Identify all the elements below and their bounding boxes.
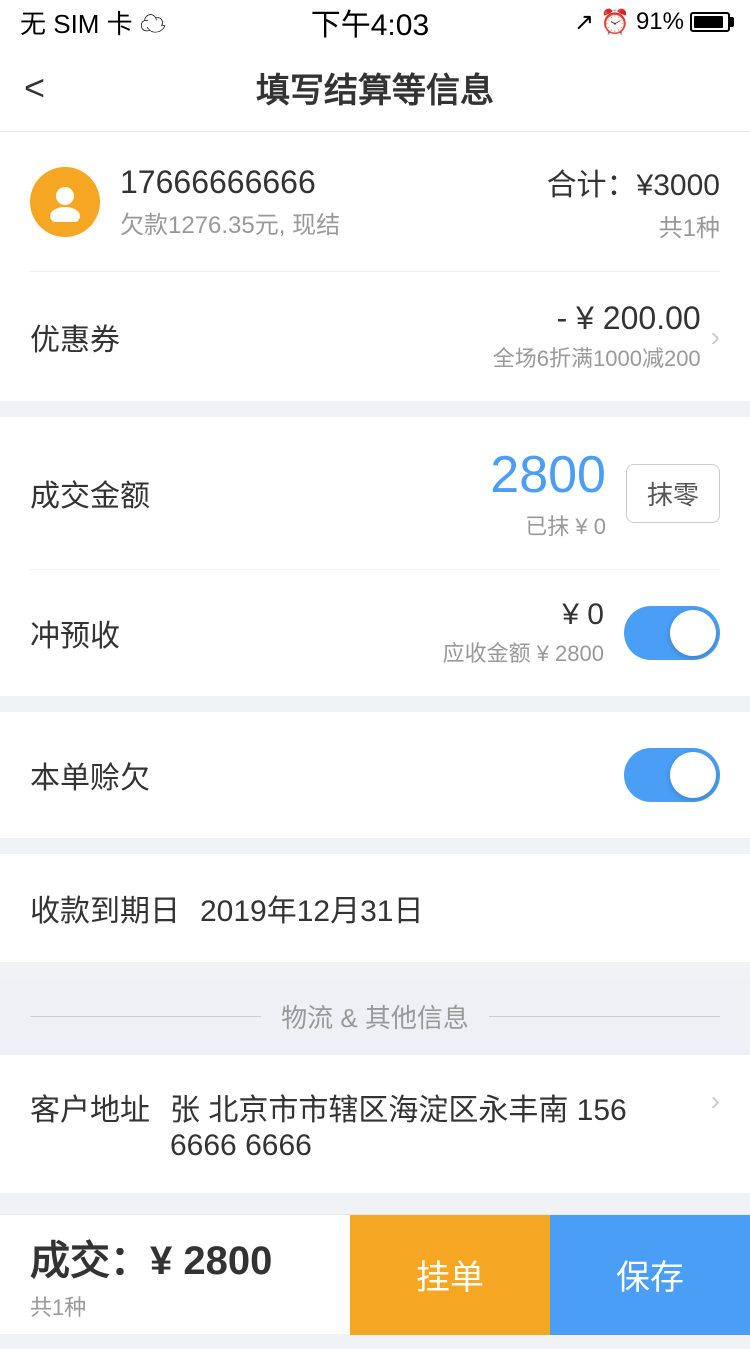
duedate-value: 2019年12月31日 bbox=[200, 886, 423, 930]
duedate-section: 收款到期日 2019年12月31日 bbox=[0, 854, 750, 962]
nav-bar: < 填写结算等信息 bbox=[0, 44, 750, 132]
bottom-count: 共1种 bbox=[30, 1290, 320, 1322]
deal-amount-label: 成交金额 bbox=[30, 471, 150, 515]
toggle-knob bbox=[670, 610, 716, 656]
battery-percent: 91% bbox=[636, 8, 684, 36]
avatar-icon bbox=[45, 182, 85, 222]
divider-line-left bbox=[30, 1016, 261, 1017]
prepay-label: 冲预收 bbox=[30, 611, 120, 655]
coupon-row[interactable]: 优惠券 - ¥ 200.00 全场6折满1000减200 › bbox=[30, 271, 720, 401]
total-amount: 合计：¥3000 bbox=[547, 160, 720, 204]
divider-line-right bbox=[489, 1016, 720, 1017]
deal-section: 成交金额 2800 已抹 ¥ 0 抹零 冲预收 ¥ 0 应收金额 ¥ 2800 bbox=[0, 417, 750, 696]
coupon-value: - ¥ 200.00 bbox=[493, 300, 701, 337]
total-count: 共1种 bbox=[547, 208, 720, 243]
status-right: ↗ ⏰ 91% bbox=[574, 8, 730, 37]
address-section: 客户地址 张 北京市市辖区海淀区永丰南 156 6666 6666 › bbox=[0, 1055, 750, 1193]
coupon-chevron-icon: › bbox=[711, 321, 720, 353]
battery-icon bbox=[690, 12, 730, 32]
prepay-row: 冲预收 ¥ 0 应收金额 ¥ 2800 bbox=[30, 569, 720, 696]
content-area: 17666666666 欠款1276.35元, 现结 合计：¥3000 共1种 … bbox=[0, 132, 750, 1349]
customer-left: 17666666666 欠款1276.35元, 现结 bbox=[30, 164, 340, 240]
duedate-row: 收款到期日 2019年12月31日 bbox=[30, 854, 720, 962]
customer-section: 17666666666 欠款1276.35元, 现结 合计：¥3000 共1种 … bbox=[0, 132, 750, 401]
prepay-right: ¥ 0 应收金额 ¥ 2800 bbox=[443, 598, 720, 668]
avatar bbox=[30, 167, 100, 237]
deal-row: 成交金额 2800 已抹 ¥ 0 抹零 bbox=[30, 417, 720, 569]
deal-amount-sub: 已抹 ¥ 0 bbox=[490, 509, 606, 541]
coupon-value-wrap: - ¥ 200.00 全场6折满1000减200 bbox=[493, 300, 701, 373]
hold-button[interactable]: 挂单 bbox=[350, 1215, 550, 1335]
bottom-bar: 成交：¥ 2800 共1种 挂单 保存 bbox=[0, 1214, 750, 1334]
arrears-section: 本单赊欠 bbox=[0, 712, 750, 838]
prepay-toggle[interactable] bbox=[624, 606, 720, 660]
coupon-desc: 全场6折满1000减200 bbox=[493, 341, 701, 373]
arrears-label: 本单赊欠 bbox=[30, 753, 150, 797]
divider-section: 物流 & 其他信息 bbox=[0, 978, 750, 1055]
customer-phone: 17666666666 bbox=[120, 164, 340, 201]
bottom-deal-text: 成交： bbox=[30, 1239, 150, 1283]
deal-amount-value: 2800 bbox=[490, 445, 606, 505]
arrears-row: 本单赊欠 bbox=[30, 712, 720, 838]
status-time: 下午4:03 bbox=[311, 0, 429, 44]
prepay-amount: ¥ 0 bbox=[443, 598, 604, 632]
duedate-label: 收款到期日 bbox=[30, 886, 180, 930]
address-row[interactable]: 客户地址 张 北京市市辖区海淀区永丰南 156 6666 6666 › bbox=[30, 1055, 720, 1193]
bottom-summary: 成交：¥ 2800 共1种 bbox=[0, 1228, 350, 1322]
back-button[interactable]: < bbox=[24, 67, 45, 109]
address-value: 张 北京市市辖区海淀区永丰南 156 6666 6666 bbox=[170, 1085, 691, 1163]
alarm-icon: ⏰ bbox=[600, 8, 630, 37]
arrears-toggle[interactable] bbox=[624, 748, 720, 802]
prepay-info: ¥ 0 应收金额 ¥ 2800 bbox=[443, 598, 604, 668]
bottom-deal-amount: ¥ 2800 bbox=[150, 1239, 272, 1283]
prepay-sub: 应收金额 ¥ 2800 bbox=[443, 636, 604, 668]
deal-right: 2800 已抹 ¥ 0 抹零 bbox=[490, 445, 720, 541]
arrears-toggle-knob bbox=[670, 752, 716, 798]
round-off-button[interactable]: 抹零 bbox=[626, 464, 720, 523]
sim-status: 无 SIM 卡 ☁ bbox=[20, 4, 166, 41]
address-label: 客户地址 bbox=[30, 1085, 150, 1129]
customer-info: 17666666666 欠款1276.35元, 现结 bbox=[120, 164, 340, 240]
customer-sub: 欠款1276.35元, 现结 bbox=[120, 205, 340, 240]
bottom-deal-label: 成交：¥ 2800 bbox=[30, 1228, 320, 1286]
coupon-label: 优惠券 bbox=[30, 315, 120, 359]
customer-right: 合计：¥3000 共1种 bbox=[547, 160, 720, 243]
location-icon: ↗ bbox=[574, 8, 594, 37]
status-bar: 无 SIM 卡 ☁ 下午4:03 ↗ ⏰ 91% bbox=[0, 0, 750, 44]
address-chevron-icon: › bbox=[711, 1085, 720, 1117]
page-title: 填写结算等信息 bbox=[256, 63, 494, 112]
status-left: 无 SIM 卡 ☁ bbox=[20, 4, 166, 41]
divider-text: 物流 & 其他信息 bbox=[281, 998, 469, 1035]
coupon-right: - ¥ 200.00 全场6折满1000减200 › bbox=[493, 300, 720, 373]
save-button[interactable]: 保存 bbox=[550, 1215, 750, 1335]
customer-row: 17666666666 欠款1276.35元, 现结 合计：¥3000 共1种 bbox=[30, 132, 720, 271]
deal-amount-wrap: 2800 已抹 ¥ 0 bbox=[490, 445, 606, 541]
